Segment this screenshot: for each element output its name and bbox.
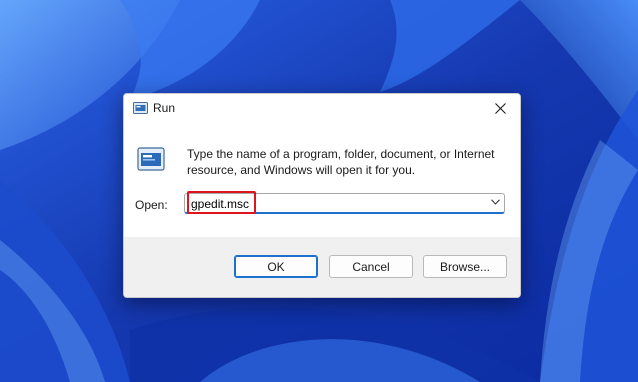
open-label: Open: [135, 198, 168, 212]
window-title: Run [153, 101, 176, 115]
close-button[interactable] [480, 94, 520, 122]
browse-button[interactable]: Browse... [423, 255, 507, 278]
title-bar[interactable]: Run [124, 94, 520, 122]
dialog-content: Type the name of a program, folder, docu… [124, 122, 520, 237]
ok-button[interactable]: OK [234, 255, 318, 278]
run-icon [133, 102, 148, 114]
close-icon [494, 102, 506, 114]
open-combobox[interactable]: gpedit.msc [184, 191, 505, 214]
run-description: Type the name of a program, folder, docu… [187, 147, 495, 177]
cancel-button[interactable]: Cancel [329, 255, 413, 278]
run-dialog: Run Type the name of a program, folder, … [123, 93, 521, 298]
chevron-down-icon[interactable] [491, 199, 500, 205]
button-bar: OK Cancel Browse... [124, 237, 520, 297]
annotation-highlight [187, 191, 256, 214]
run-program-icon [137, 147, 165, 171]
